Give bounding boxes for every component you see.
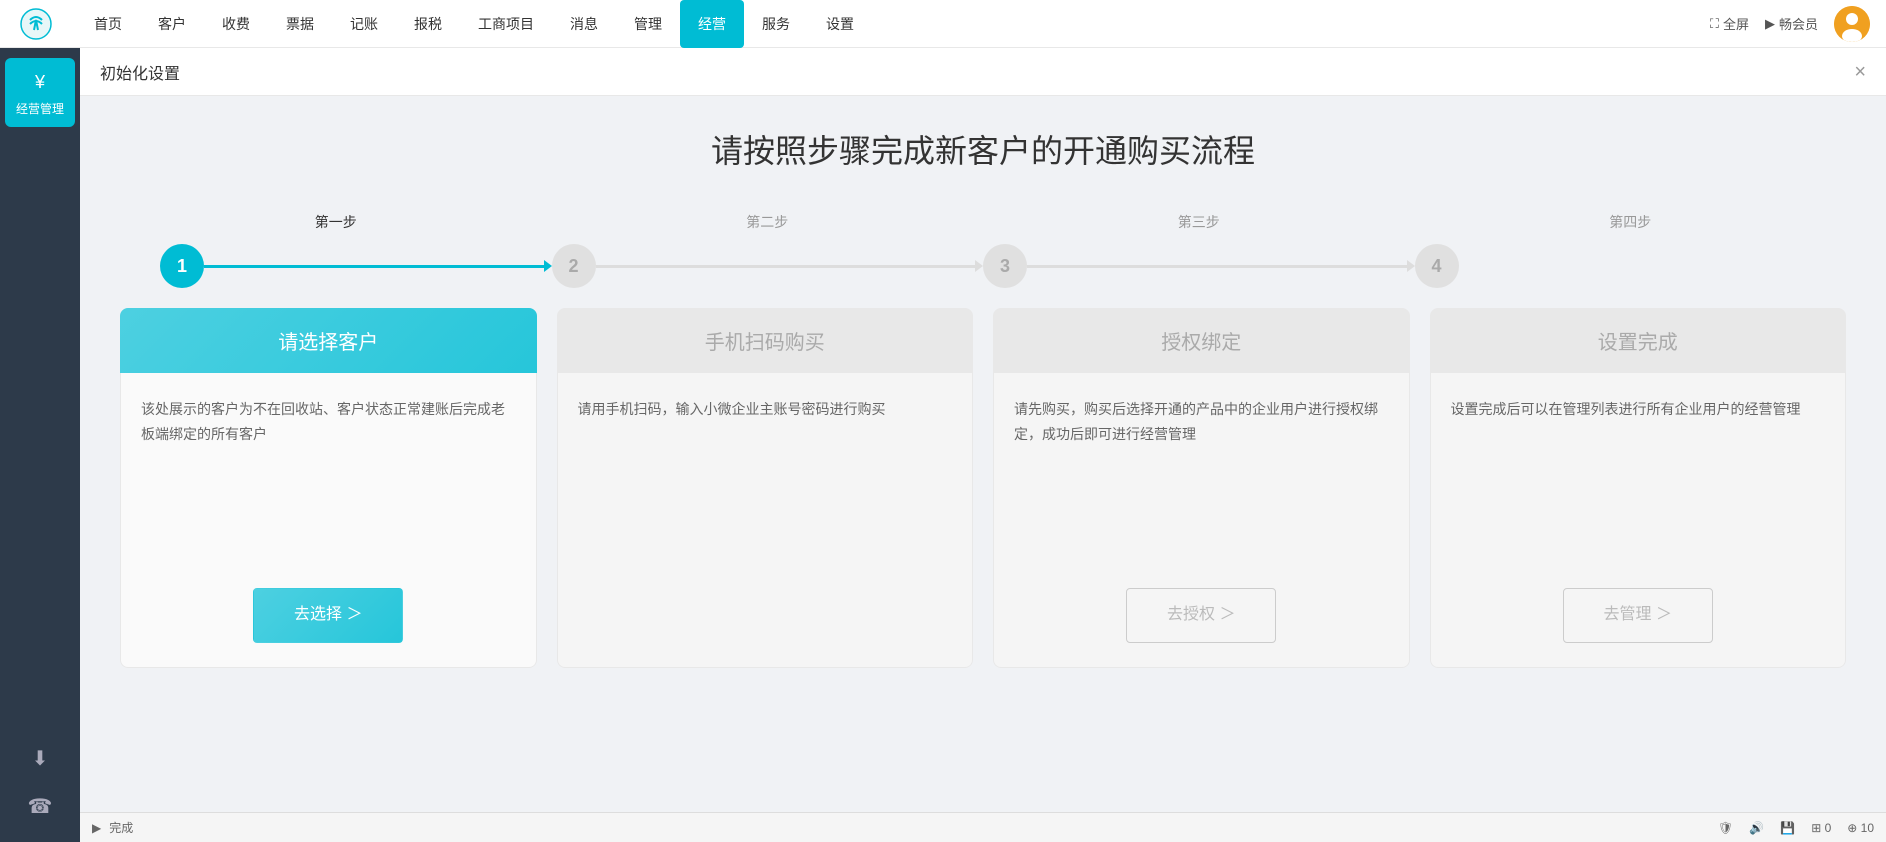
card-4: 设置完成 设置完成后可以在管理列表进行所有企业用户的经营管理 去管理 ＞ [1430,308,1847,668]
yuan-icon: ¥ [26,68,54,96]
plus-counter: ⊕ 10 [1847,821,1874,835]
card-4-body: 设置完成后可以在管理列表进行所有企业用户的经营管理 去管理 ＞ [1430,373,1847,668]
page-body: 请按照步骤完成新客户的开通购买流程 第一步 1 [80,96,1886,812]
nav-menu: 首页 客户 收费 票据 记账 报税 工商项目 消息 管理 经营 服务 设置 [76,0,1710,48]
nav-item-customer[interactable]: 客户 [140,0,204,48]
step-3-arrow [1407,260,1415,272]
card-1-button[interactable]: 去选择 ＞ [253,588,403,643]
page-title: 初始化设置 [100,60,180,84]
step-4-block: 第四步 4 [1415,212,1847,288]
nav-item-operations[interactable]: 经营 [680,0,744,48]
app-layout: ¥ 经营管理 ⬇ ☎ 初始化设置 × 请按照步骤完成新客户的开通购买流程 第一步 [0,48,1886,842]
cards-row: 请选择客户 该处展示的客户为不在回收站、客户状态正常建账后完成老板端绑定的所有客… [120,308,1846,668]
nav-item-fee[interactable]: 收费 [204,0,268,48]
top-navigation: 首页 客户 收费 票据 记账 报税 工商项目 消息 管理 经营 服务 设置 ⛶ … [0,0,1886,48]
card-3-header: 授权绑定 [993,308,1410,373]
nav-item-settings[interactable]: 设置 [808,0,872,48]
card-1-body: 该处展示的客户为不在回收站、客户状态正常建账后完成老板端绑定的所有客户 去选择 … [120,373,537,668]
step-4-circle-row: 4 [1415,244,1847,288]
card-2-header: 手机扫码购买 [557,308,974,373]
sidebar-item-label: 经营管理 [16,100,64,117]
card-2: 手机扫码购买 请用手机扫码，输入小微企业主账号密码进行购买 [557,308,974,668]
step-1-circle-row: 1 [120,244,552,288]
step-4-label: 第四步 [1609,212,1651,232]
card-1: 请选择客户 该处展示的客户为不在回收站、客户状态正常建账后完成老板端绑定的所有客… [120,308,537,668]
save-icon: 💾 [1780,821,1795,835]
step-3-block: 第三步 3 [983,212,1415,288]
grid-counter: ⊞ 0 [1811,821,1831,835]
nav-item-manage[interactable]: 管理 [616,0,680,48]
card-3: 授权绑定 请先购买，购买后选择开通的产品中的企业用户进行授权绑定，成功后即可进行… [993,308,1410,668]
download-icon[interactable]: ⬇ [20,738,60,778]
nav-item-tax[interactable]: 报税 [396,0,460,48]
nav-right-area: ⛶ 全屏 ▶ 畅会员 [1710,6,1870,42]
step-3-label: 第三步 [1178,212,1220,232]
sidebar-item-operations[interactable]: ¥ 经营管理 [5,58,75,127]
vip-label: 畅会员 [1779,14,1818,33]
sidebar: ¥ 经营管理 ⬇ ☎ [0,48,80,842]
step-3-connector [1027,265,1407,268]
nav-item-message[interactable]: 消息 [552,0,616,48]
card-3-button: 去授权 ＞ [1126,588,1276,643]
step-2-connector [596,265,976,268]
fullscreen-label: 全屏 [1723,14,1749,33]
sidebar-bottom: ⬇ ☎ [5,738,75,842]
vip-button[interactable]: ▶ 畅会员 [1765,14,1818,33]
steps-progress: 第一步 1 第二步 [120,212,1846,288]
status-bar-right: 🛡 🔊 💾 ⊞ 0 ⊕ 10 [1718,821,1874,835]
step-2-circle-row: 2 [552,244,984,288]
nav-item-bill[interactable]: 票据 [268,0,332,48]
step-1-block: 第一步 1 [120,212,552,288]
support-icon[interactable]: ☎ [20,786,60,826]
status-text: 完成 [109,819,133,836]
card-3-desc: 请先购买，购买后选择开通的产品中的企业用户进行授权绑定，成功后即可进行经营管理 [1014,397,1389,558]
app-logo [16,4,56,44]
main-content: 初始化设置 × 请按照步骤完成新客户的开通购买流程 第一步 1 [80,48,1886,842]
card-4-desc: 设置完成后可以在管理列表进行所有企业用户的经营管理 [1451,397,1826,558]
step-1-connector [204,265,544,268]
card-2-desc: 请用手机扫码，输入小微企业主账号密码进行购买 [578,397,953,643]
close-button[interactable]: × [1854,62,1866,82]
flow-heading: 请按照步骤完成新客户的开通购买流程 [120,126,1846,172]
card-2-body: 请用手机扫码，输入小微企业主账号密码进行购买 [557,373,974,668]
step-1-arrow [544,260,552,272]
volume-icon: 🔊 [1749,821,1764,835]
card-1-header: 请选择客户 [120,308,537,373]
page-header: 初始化设置 × [80,48,1886,96]
play-icon: ▶ [1765,16,1775,32]
nav-item-home[interactable]: 首页 [76,0,140,48]
step-1-circle: 1 [160,244,204,288]
step-2-arrow [975,260,983,272]
step-2-block: 第二步 2 [552,212,984,288]
step-4-circle: 4 [1415,244,1459,288]
card-4-header: 设置完成 [1430,308,1847,373]
card-1-desc: 该处展示的客户为不在回收站、客户状态正常建账后完成老板端绑定的所有客户 [141,397,516,558]
play-status-icon: ▶ [92,821,101,835]
step-2-label: 第二步 [746,212,788,232]
card-3-body: 请先购买，购买后选择开通的产品中的企业用户进行授权绑定，成功后即可进行经营管理 … [993,373,1410,668]
card-4-button: 去管理 ＞ [1563,588,1713,643]
user-avatar[interactable] [1834,6,1870,42]
shield-icon: 🛡 [1718,821,1733,835]
step-2-circle: 2 [552,244,596,288]
step-1-label: 第一步 [315,212,357,232]
status-bar: ▶ 完成 🛡 🔊 💾 ⊞ 0 ⊕ 10 [80,812,1886,842]
nav-item-bookkeeping[interactable]: 记账 [332,0,396,48]
fullscreen-icon: ⛶ [1710,16,1719,32]
fullscreen-button[interactable]: ⛶ 全屏 [1710,14,1749,33]
step-3-circle: 3 [983,244,1027,288]
step-3-circle-row: 3 [983,244,1415,288]
nav-item-service[interactable]: 服务 [744,0,808,48]
nav-item-business[interactable]: 工商项目 [460,0,552,48]
